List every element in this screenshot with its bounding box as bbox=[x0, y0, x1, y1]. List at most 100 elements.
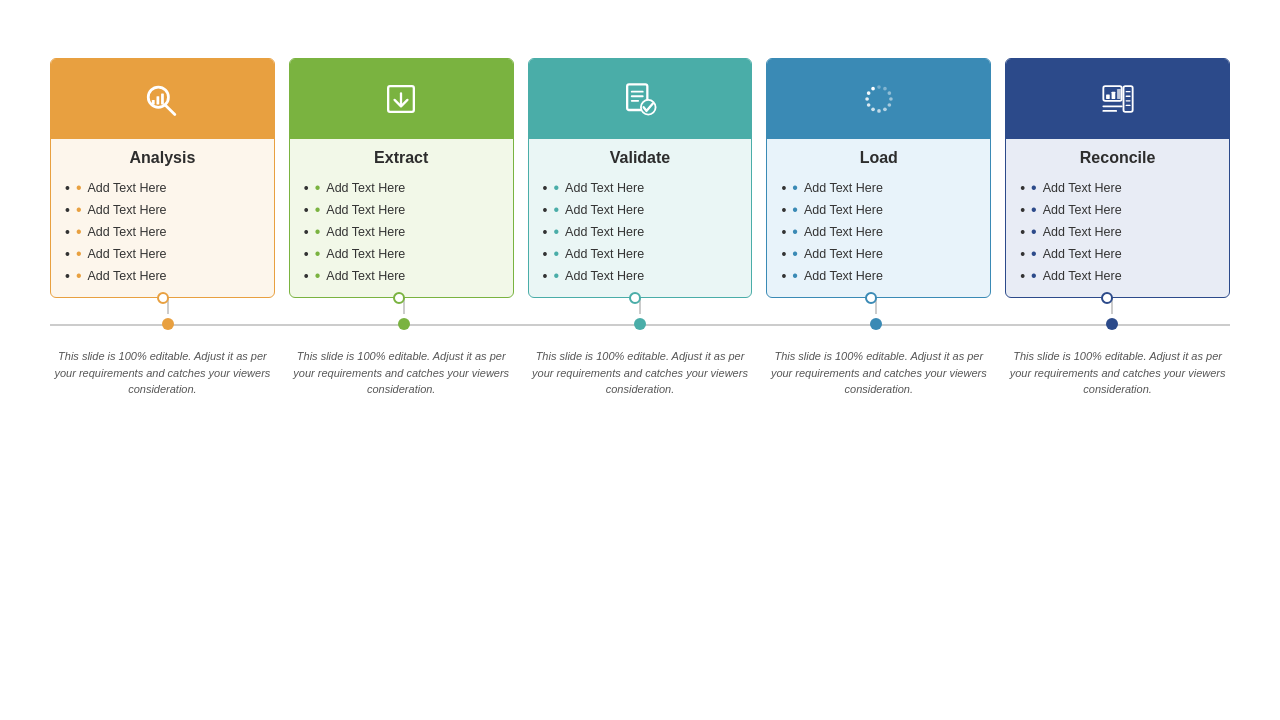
bottom-dot-seg-load bbox=[758, 318, 994, 330]
svg-rect-2 bbox=[152, 100, 155, 105]
card-header-analysis bbox=[51, 59, 274, 139]
card-body-load: Load•Add Text Here•Add Text Here•Add Tex… bbox=[767, 139, 990, 297]
svg-point-16 bbox=[887, 103, 891, 107]
bullet-list-validate: •Add Text Here•Add Text Here•Add Text He… bbox=[543, 177, 738, 287]
list-item: •Add Text Here bbox=[65, 243, 260, 265]
bullet-list-reconcile: •Add Text Here•Add Text Here•Add Text He… bbox=[1020, 177, 1215, 287]
list-item: •Add Text Here bbox=[1020, 243, 1215, 265]
card-body-analysis: Analysis•Add Text Here•Add Text Here•Add… bbox=[51, 139, 274, 297]
bottom-dot-load bbox=[870, 318, 882, 330]
bottom-dots-row bbox=[50, 318, 1230, 330]
list-item: •Add Text Here bbox=[1020, 177, 1215, 199]
list-item: •Add Text Here bbox=[304, 221, 499, 243]
card-header-extract bbox=[290, 59, 513, 139]
card-reconcile: Reconcile•Add Text Here•Add Text Here•Ad… bbox=[1005, 58, 1230, 298]
svg-point-21 bbox=[865, 97, 869, 101]
svg-point-12 bbox=[877, 85, 881, 89]
top-dot-analysis bbox=[157, 292, 169, 304]
card-analysis: Analysis•Add Text Here•Add Text Here•Add… bbox=[50, 58, 275, 298]
top-dot-seg-reconcile bbox=[994, 298, 1230, 314]
card-load: Load•Add Text Here•Add Text Here•Add Tex… bbox=[766, 58, 991, 298]
svg-point-20 bbox=[867, 103, 871, 107]
svg-rect-30 bbox=[1123, 86, 1132, 112]
footer-row: This slide is 100% editable. Adjust it a… bbox=[50, 348, 1230, 398]
top-dot-seg-validate bbox=[522, 298, 758, 314]
list-item: •Add Text Here bbox=[543, 243, 738, 265]
list-item: •Add Text Here bbox=[781, 199, 976, 221]
list-item: •Add Text Here bbox=[781, 265, 976, 287]
top-dot-reconcile bbox=[1101, 292, 1113, 304]
footer-col-load: This slide is 100% editable. Adjust it a… bbox=[766, 348, 991, 398]
svg-point-22 bbox=[867, 91, 871, 95]
bullet-list-extract: •Add Text Here•Add Text Here•Add Text He… bbox=[304, 177, 499, 287]
top-dot-seg-analysis bbox=[50, 298, 286, 314]
card-header-reconcile bbox=[1006, 59, 1229, 139]
list-item: •Add Text Here bbox=[304, 243, 499, 265]
bottom-dot-extract bbox=[398, 318, 410, 330]
footer-col-analysis: This slide is 100% editable. Adjust it a… bbox=[50, 348, 275, 398]
list-item: •Add Text Here bbox=[304, 177, 499, 199]
svg-point-23 bbox=[871, 87, 875, 91]
top-dot-extract bbox=[393, 292, 405, 304]
list-item: •Add Text Here bbox=[1020, 265, 1215, 287]
cards-row: Analysis•Add Text Here•Add Text Here•Add… bbox=[50, 58, 1230, 298]
footer-col-reconcile: This slide is 100% editable. Adjust it a… bbox=[1005, 348, 1230, 398]
card-title-validate: Validate bbox=[543, 149, 738, 167]
footer-col-extract: This slide is 100% editable. Adjust it a… bbox=[289, 348, 514, 398]
list-item: •Add Text Here bbox=[781, 243, 976, 265]
svg-point-15 bbox=[889, 97, 893, 101]
card-header-validate bbox=[529, 59, 752, 139]
card-validate: Validate•Add Text Here•Add Text Here•Add… bbox=[528, 58, 753, 298]
svg-point-19 bbox=[871, 108, 875, 112]
bullet-list-analysis: •Add Text Here•Add Text Here•Add Text He… bbox=[65, 177, 260, 287]
bottom-dot-seg-reconcile bbox=[994, 318, 1230, 330]
card-extract: Extract•Add Text Here•Add Text Here•Add … bbox=[289, 58, 514, 298]
top-dot-validate bbox=[629, 292, 641, 304]
bottom-dot-seg-analysis bbox=[50, 318, 286, 330]
bottom-dot-reconcile bbox=[1106, 318, 1118, 330]
bottom-dot-validate bbox=[634, 318, 646, 330]
top-dot-seg-load bbox=[758, 298, 994, 314]
card-header-load bbox=[767, 59, 990, 139]
footer-col-validate: This slide is 100% editable. Adjust it a… bbox=[528, 348, 753, 398]
list-item: •Add Text Here bbox=[65, 177, 260, 199]
list-item: •Add Text Here bbox=[304, 265, 499, 287]
svg-rect-27 bbox=[1117, 89, 1121, 99]
card-body-reconcile: Reconcile•Add Text Here•Add Text Here•Ad… bbox=[1006, 139, 1229, 297]
svg-rect-3 bbox=[157, 96, 160, 104]
card-title-extract: Extract bbox=[304, 149, 499, 167]
bottom-dot-seg-extract bbox=[286, 318, 522, 330]
card-body-extract: Extract•Add Text Here•Add Text Here•Add … bbox=[290, 139, 513, 297]
list-item: •Add Text Here bbox=[65, 265, 260, 287]
card-title-reconcile: Reconcile bbox=[1020, 149, 1215, 167]
list-item: •Add Text Here bbox=[543, 177, 738, 199]
list-item: •Add Text Here bbox=[1020, 221, 1215, 243]
top-dot-load bbox=[865, 292, 877, 304]
hline-area bbox=[50, 314, 1230, 334]
list-item: •Add Text Here bbox=[543, 199, 738, 221]
svg-rect-25 bbox=[1106, 94, 1110, 99]
svg-rect-4 bbox=[161, 94, 164, 105]
svg-point-18 bbox=[877, 109, 881, 113]
list-item: •Add Text Here bbox=[781, 221, 976, 243]
top-dot-seg-extract bbox=[286, 298, 522, 314]
card-title-analysis: Analysis bbox=[65, 149, 260, 167]
list-item: •Add Text Here bbox=[781, 177, 976, 199]
svg-point-13 bbox=[883, 87, 887, 91]
svg-point-14 bbox=[887, 91, 891, 95]
svg-line-1 bbox=[166, 105, 175, 114]
bottom-dot-seg-validate bbox=[522, 318, 758, 330]
list-item: •Add Text Here bbox=[65, 221, 260, 243]
svg-point-17 bbox=[883, 108, 887, 112]
top-connector bbox=[50, 298, 1230, 314]
page: Analysis•Add Text Here•Add Text Here•Add… bbox=[0, 0, 1280, 720]
svg-rect-26 bbox=[1111, 92, 1115, 99]
card-title-load: Load bbox=[781, 149, 976, 167]
list-item: •Add Text Here bbox=[65, 199, 260, 221]
bottom-dot-analysis bbox=[162, 318, 174, 330]
list-item: •Add Text Here bbox=[543, 221, 738, 243]
card-body-validate: Validate•Add Text Here•Add Text Here•Add… bbox=[529, 139, 752, 297]
list-item: •Add Text Here bbox=[304, 199, 499, 221]
list-item: •Add Text Here bbox=[543, 265, 738, 287]
bullet-list-load: •Add Text Here•Add Text Here•Add Text He… bbox=[781, 177, 976, 287]
